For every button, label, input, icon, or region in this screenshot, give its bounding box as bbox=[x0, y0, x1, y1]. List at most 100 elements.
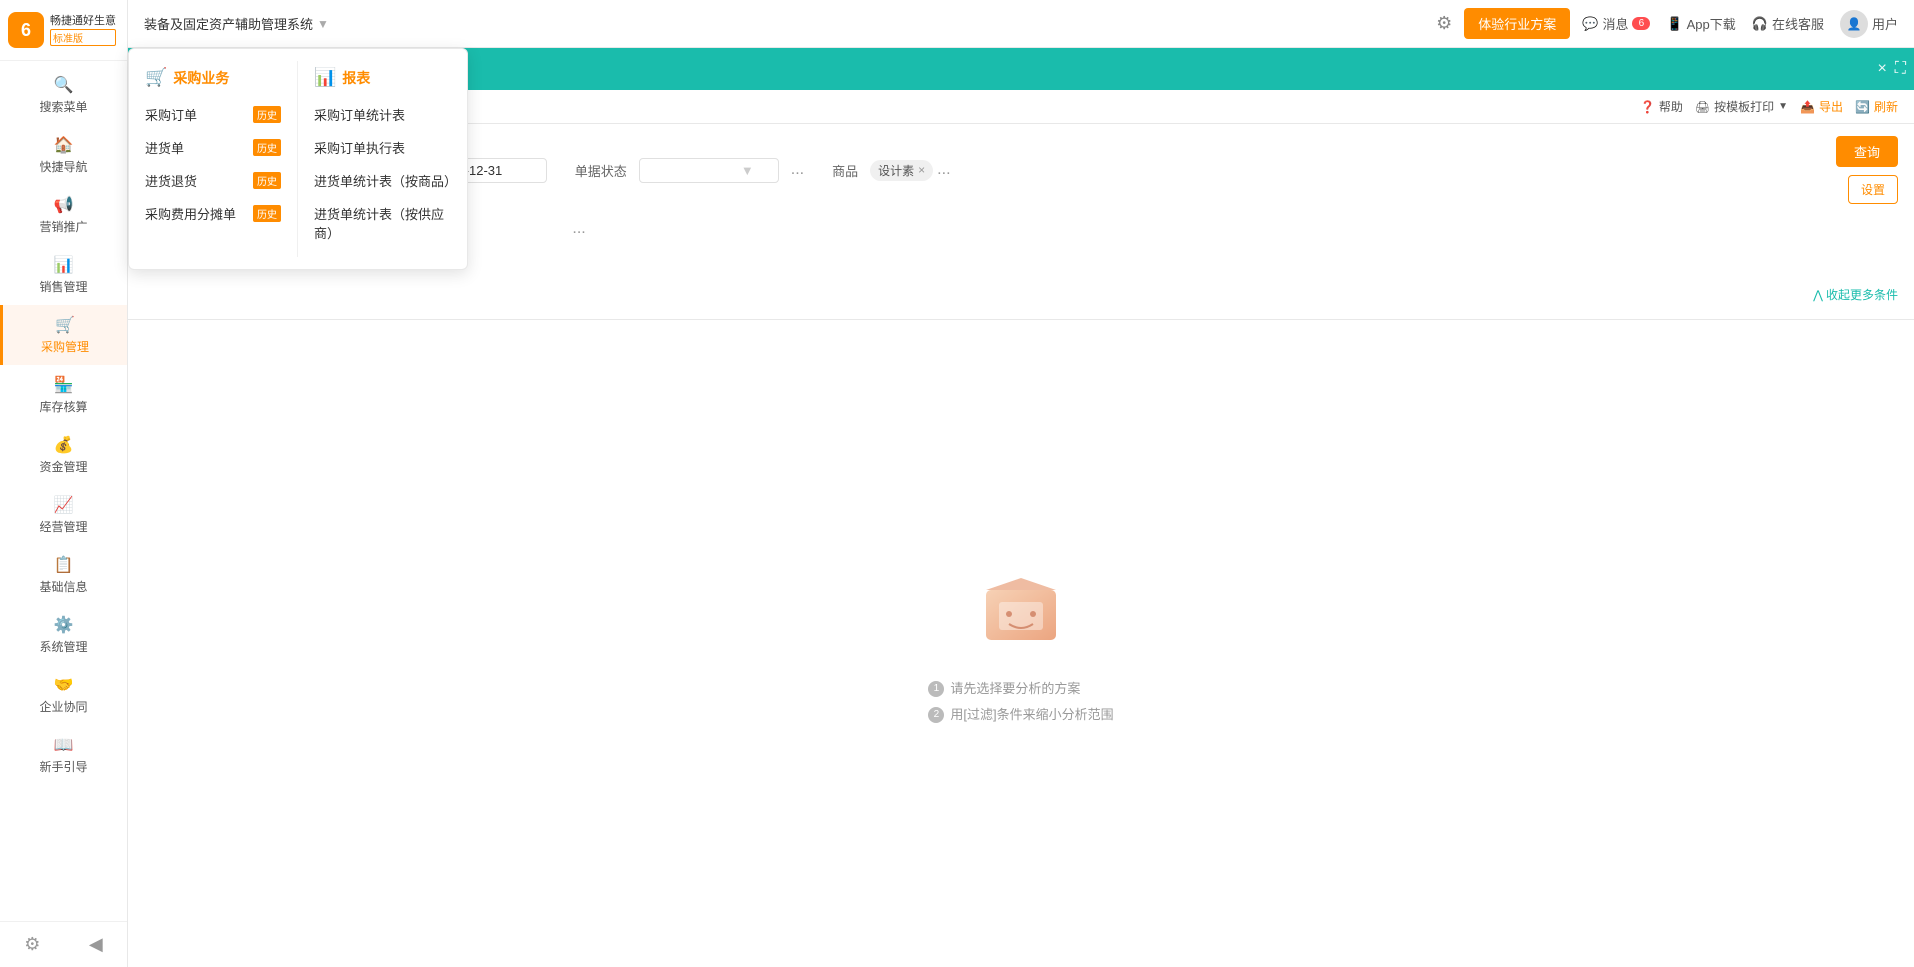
help-btn[interactable]: ❓ 帮助 bbox=[1640, 98, 1683, 115]
topbar-right: 💬 消息 6 📱 App下载 🎧 在线客服 👤 用户 bbox=[1582, 10, 1898, 38]
sidebar-item-collab[interactable]: 🤝 企业协同 bbox=[0, 665, 127, 725]
message-badge: 6 bbox=[1632, 17, 1650, 30]
sidebar-item-system[interactable]: ⚙️ 系统管理 bbox=[0, 605, 127, 665]
collab-icon: 🤝 bbox=[54, 675, 74, 695]
dropdown-item-po-stat[interactable]: 采购订单统计表 bbox=[314, 98, 451, 131]
sidebar-item-operation-label: 经营管理 bbox=[39, 518, 87, 535]
message-icon: 💬 bbox=[1582, 16, 1598, 32]
order-status-select[interactable]: ▼ bbox=[639, 158, 779, 183]
tabbar-right: × ⛶ bbox=[1877, 60, 1906, 78]
refresh-icon: 🔄 bbox=[1855, 100, 1870, 114]
export-btn[interactable]: 📤 导出 bbox=[1800, 98, 1843, 115]
online-service-btn[interactable]: 🎧 在线客服 bbox=[1752, 14, 1824, 33]
topbar: 装备及固定资产辅助管理系统 ▼ ⚙ 体验行业方案 💬 消息 6 📱 App下载 … bbox=[128, 0, 1914, 48]
industry-btn[interactable]: 体验行业方案 bbox=[1464, 8, 1570, 39]
sidebar-item-purchase[interactable]: 🛒 采购管理 bbox=[0, 305, 127, 365]
sidebar-item-inventory[interactable]: 🏪 库存核算 bbox=[0, 365, 127, 425]
order-status-label: 单据状态 bbox=[575, 161, 627, 180]
home-icon: 🏠 bbox=[54, 135, 74, 155]
sidebar-item-guide-label: 新手引导 bbox=[39, 758, 87, 775]
goods-tag-close[interactable]: × bbox=[918, 163, 925, 177]
logo-icon: 6 bbox=[8, 12, 44, 48]
empty-text: 1 请先选择要分析的方案 2 用[过滤]条件来缩小分析范围 bbox=[928, 676, 1113, 728]
dropdown-item-return[interactable]: 进货退货 历史 bbox=[145, 164, 281, 197]
tab-fullscreen-btn[interactable]: ⛶ bbox=[1895, 60, 1906, 78]
sales-icon: 📊 bbox=[54, 255, 74, 275]
dropdown-item-inbound-by-supplier[interactable]: 进货单统计表（按供应商） bbox=[314, 197, 451, 249]
history-badge-0: 历史 bbox=[253, 106, 281, 123]
refresh-btn[interactable]: 🔄 刷新 bbox=[1855, 98, 1898, 115]
report-col: 📊 报表 采购订单统计表 采购订单执行表 进货单统计表（按商品） 进货单统计表（… bbox=[298, 61, 467, 257]
right-btn-group: 查询 设置 bbox=[1836, 136, 1898, 204]
sidebar-item-system-label: 系统管理 bbox=[39, 638, 87, 655]
sidebar-item-quicknav[interactable]: 🏠 快捷导航 bbox=[0, 125, 127, 185]
logo-tag: 标准版 bbox=[50, 29, 116, 46]
sidebar-item-operation[interactable]: 📈 经营管理 bbox=[0, 485, 127, 545]
goods-tag: 设计素 × bbox=[870, 160, 933, 181]
empty-state: 1 请先选择要分析的方案 2 用[过滤]条件来缩小分析范围 bbox=[128, 320, 1914, 967]
sidebar-item-basic[interactable]: 📋 基础信息 bbox=[0, 545, 127, 605]
dropdown-item-expense[interactable]: 采购费用分摊单 历史 bbox=[145, 197, 281, 230]
settings-btn[interactable]: 设置 bbox=[1848, 175, 1898, 204]
sidebar-nav: 🔍 搜索菜单 🏠 快捷导航 📢 营销推广 📊 销售管理 🛒 采购管理 🏪 bbox=[0, 61, 127, 921]
collapse-icon: ⋀ bbox=[1813, 288, 1823, 302]
sidebar-item-basic-label: 基础信息 bbox=[39, 578, 87, 595]
message-btn[interactable]: 💬 消息 6 bbox=[1582, 14, 1650, 33]
sidebar: 6 畅捷通好生意 标准版 🔍 搜索菜单 🏠 快捷导航 📢 营销推广 📊 bbox=[0, 0, 128, 967]
dropdown-item-inbound[interactable]: 进货单 历史 bbox=[145, 131, 281, 164]
purchase-col-icon: 🛒 bbox=[145, 67, 167, 88]
sidebar-collapse-btn[interactable]: ◀ bbox=[85, 930, 107, 959]
dropdown-item-po-exec[interactable]: 采购订单执行表 bbox=[314, 131, 451, 164]
sidebar-item-quicknav-label: 快捷导航 bbox=[39, 158, 87, 175]
sidebar-item-marketing-label: 营销推广 bbox=[39, 218, 87, 235]
empty-svg bbox=[971, 560, 1071, 650]
order-status-dots[interactable]: ... bbox=[791, 161, 804, 179]
sidebar-item-search[interactable]: 🔍 搜索菜单 bbox=[0, 65, 127, 125]
system-title[interactable]: 装备及固定资产辅助管理系统 ▼ bbox=[144, 14, 1424, 33]
sidebar-item-purchase-label: 采购管理 bbox=[41, 338, 89, 355]
salesperson-dots[interactable]: ... bbox=[572, 220, 585, 238]
sidebar-item-guide[interactable]: 📖 新手引导 bbox=[0, 725, 127, 785]
user-btn[interactable]: 👤 用户 bbox=[1840, 10, 1898, 38]
dropdown-cols: 🛒 采购业务 采购订单 历史 进货单 历史 进货退货 历史 采购费用分摊单 历史 bbox=[129, 61, 467, 257]
print-btn[interactable]: 🖨 按模板打印 ▼ bbox=[1695, 98, 1788, 115]
purchase-col-header: 🛒 采购业务 bbox=[145, 61, 281, 98]
history-badge-3: 历史 bbox=[253, 205, 281, 222]
collapse-btn[interactable]: ⋀ 收起更多条件 bbox=[1813, 286, 1898, 303]
sidebar-item-sales[interactable]: 📊 销售管理 bbox=[0, 245, 127, 305]
dropdown-item-purchase-order[interactable]: 采购订单 历史 bbox=[145, 98, 281, 131]
tab-window-close-btn[interactable]: × bbox=[1877, 60, 1886, 78]
goods-filter-area: 设计素 × ... bbox=[870, 160, 950, 181]
filter-actions: ⋀ 收起更多条件 bbox=[144, 282, 1898, 307]
search-btn[interactable]: 查询 bbox=[1836, 136, 1898, 167]
history-badge-1: 历史 bbox=[253, 139, 281, 156]
sidebar-item-collab-label: 企业协同 bbox=[39, 698, 87, 715]
sidebar-item-marketing[interactable]: 📢 营销推广 bbox=[0, 185, 127, 245]
sidebar-item-finance-label: 资金管理 bbox=[39, 458, 87, 475]
sidebar-item-inventory-label: 库存核算 bbox=[39, 398, 87, 415]
print-dropdown-icon: ▼ bbox=[1778, 101, 1788, 112]
step2-num: 2 bbox=[928, 707, 944, 723]
help-icon: ❓ bbox=[1640, 100, 1655, 114]
goods-dots[interactable]: ... bbox=[937, 161, 950, 179]
purchase-icon: 🛒 bbox=[55, 315, 75, 335]
finance-icon: 💰 bbox=[54, 435, 74, 455]
app-download-btn[interactable]: 📱 App下载 bbox=[1666, 14, 1735, 33]
sidebar-item-sales-label: 销售管理 bbox=[39, 278, 87, 295]
sidebar-bottom: ⚙ ◀ bbox=[0, 921, 127, 967]
marketing-icon: 📢 bbox=[54, 195, 74, 215]
logo-text: 畅捷通好生意 bbox=[50, 14, 116, 29]
step1-num: 1 bbox=[928, 681, 944, 697]
print-icon: 🖨 bbox=[1695, 100, 1710, 114]
dropdown-arrow-icon: ▼ bbox=[317, 17, 329, 31]
export-icon: 📤 bbox=[1800, 100, 1815, 114]
operation-icon: 📈 bbox=[54, 495, 74, 515]
sidebar-settings-btn[interactable]: ⚙ bbox=[20, 930, 44, 959]
purchase-dropdown-menu: 🛒 采购业务 采购订单 历史 进货单 历史 进货退货 历史 采购费用分摊单 历史 bbox=[128, 48, 468, 270]
purchase-col: 🛒 采购业务 采购订单 历史 进货单 历史 进货退货 历史 采购费用分摊单 历史 bbox=[129, 61, 298, 257]
guide-icon: 📖 bbox=[54, 735, 74, 755]
search-icon: 🔍 bbox=[54, 75, 74, 95]
dropdown-item-inbound-by-goods[interactable]: 进货单统计表（按商品） bbox=[314, 164, 451, 197]
sidebar-item-finance[interactable]: 💰 资金管理 bbox=[0, 425, 127, 485]
topbar-settings-icon[interactable]: ⚙ bbox=[1436, 13, 1452, 34]
